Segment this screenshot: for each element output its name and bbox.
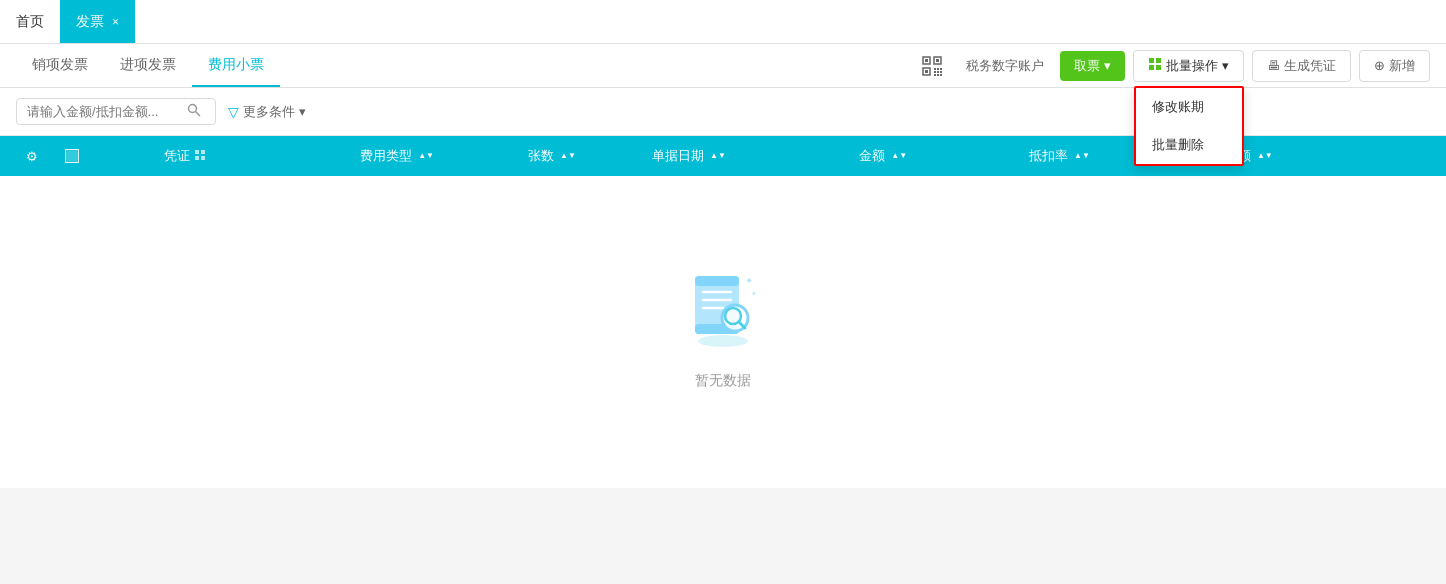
add-icon: ⊕: [1374, 58, 1385, 73]
toolbar: 税务数字账户 取票 ▾ 批量操作 ▾: [914, 50, 1430, 82]
svg-rect-10: [937, 71, 939, 73]
tab-sales-invoice[interactable]: 销项发票: [16, 44, 104, 87]
svg-rect-21: [195, 150, 199, 154]
qr-icon-button[interactable]: [914, 52, 950, 80]
svg-rect-27: [695, 276, 739, 286]
svg-text:✦: ✦: [745, 275, 753, 286]
more-filter-label: 更多条件: [243, 103, 295, 121]
th-type-sort: ▲▼: [418, 152, 434, 160]
batch-ops-dropdown: 修改账期 批量删除: [1134, 86, 1244, 166]
svg-rect-15: [1149, 58, 1154, 63]
svg-line-20: [196, 112, 201, 117]
th-count-sort: ▲▼: [560, 152, 576, 160]
batch-ops-arrow: ▾: [1222, 58, 1229, 73]
search-input[interactable]: [27, 104, 187, 119]
batch-ops-icon: [1148, 57, 1162, 74]
svg-rect-24: [201, 156, 205, 160]
th-date[interactable]: 单据日期 ▲▼: [592, 147, 786, 165]
empty-state: ✦ ✦ 暂无数据: [0, 176, 1446, 430]
dropdown-batch-delete[interactable]: 批量删除: [1136, 126, 1242, 164]
invoice-tab-label: 发票: [76, 13, 104, 31]
tab-expense-receipt[interactable]: 费用小票: [192, 44, 280, 87]
svg-rect-11: [940, 71, 942, 73]
th-settings[interactable]: ⚙: [8, 149, 56, 164]
search-button[interactable]: [187, 103, 201, 120]
take-ticket-arrow: ▾: [1104, 58, 1111, 73]
top-nav: 首页 发票 ×: [0, 0, 1446, 44]
th-amount-sort: ▲▼: [891, 152, 907, 160]
svg-rect-18: [1156, 65, 1161, 70]
th-count[interactable]: 张数 ▲▼: [512, 147, 592, 165]
svg-rect-5: [925, 70, 928, 73]
batch-ops-label: 批量操作: [1166, 57, 1218, 75]
th-rate[interactable]: 抵扣率 ▲▼: [980, 147, 1139, 165]
voucher-icon: 🖶: [1267, 58, 1280, 73]
invoice-tab-close[interactable]: ×: [112, 15, 119, 29]
voucher-label: 生成凭证: [1284, 57, 1336, 75]
empty-illustration: ✦ ✦: [673, 256, 773, 356]
svg-point-19: [189, 105, 197, 113]
svg-rect-8: [940, 68, 942, 70]
tax-account-button[interactable]: 税务数字账户: [958, 53, 1052, 79]
home-tab[interactable]: 首页: [0, 0, 60, 43]
th-deduct-sort: ▲▼: [1257, 152, 1273, 160]
add-button[interactable]: ⊕ 新增: [1359, 50, 1430, 82]
svg-rect-22: [201, 150, 205, 154]
svg-rect-6: [934, 68, 936, 70]
tab-input-invoice[interactable]: 进项发票: [104, 44, 192, 87]
take-ticket-button[interactable]: 取票 ▾: [1060, 51, 1125, 81]
svg-rect-14: [940, 74, 942, 76]
take-ticket-label: 取票: [1074, 57, 1100, 75]
invoice-tab[interactable]: 发票 ×: [60, 0, 135, 43]
th-type-label: 费用类型: [360, 147, 412, 165]
add-label: 新增: [1389, 57, 1415, 75]
th-voucher[interactable]: 凭证: [88, 147, 282, 165]
svg-point-25: [698, 335, 748, 347]
svg-rect-17: [1149, 65, 1154, 70]
th-amount-label: 金额: [859, 147, 885, 165]
th-date-label: 单据日期: [652, 147, 704, 165]
batch-ops-button[interactable]: 批量操作 ▾: [1133, 50, 1244, 82]
dropdown-modify-period[interactable]: 修改账期: [1136, 88, 1242, 126]
th-date-sort: ▲▼: [710, 152, 726, 160]
th-count-label: 张数: [528, 147, 554, 165]
svg-rect-13: [937, 74, 939, 76]
th-amount[interactable]: 金额 ▲▼: [786, 147, 980, 165]
th-type[interactable]: 费用类型 ▲▼: [282, 147, 512, 165]
filter-icon: ▽: [228, 104, 239, 120]
more-filter-button[interactable]: ▽ 更多条件 ▾: [228, 103, 306, 121]
th-voucher-icon: [194, 149, 206, 164]
th-rate-sort: ▲▼: [1074, 152, 1090, 160]
svg-rect-16: [1156, 58, 1161, 63]
search-input-wrap: [16, 98, 216, 125]
sub-tabs-bar: 销项发票 进项发票 费用小票 税务数: [0, 44, 1446, 88]
svg-rect-9: [934, 71, 936, 73]
svg-text:✦: ✦: [751, 290, 757, 297]
th-rate-label: 抵扣率: [1029, 147, 1068, 165]
settings-icon: ⚙: [26, 149, 38, 164]
th-check[interactable]: [56, 149, 88, 163]
svg-rect-3: [936, 59, 939, 62]
th-voucher-label: 凭证: [164, 147, 190, 165]
svg-rect-23: [195, 156, 199, 160]
more-filter-arrow: ▾: [299, 104, 306, 119]
batch-ops-wrapper: 批量操作 ▾ 修改账期 批量删除: [1133, 50, 1244, 82]
svg-rect-7: [937, 68, 939, 70]
generate-voucher-button[interactable]: 🖶 生成凭证: [1252, 50, 1351, 82]
empty-text: 暂无数据: [695, 372, 751, 390]
svg-rect-12: [934, 74, 936, 76]
header-checkbox[interactable]: [65, 149, 79, 163]
svg-rect-1: [925, 59, 928, 62]
